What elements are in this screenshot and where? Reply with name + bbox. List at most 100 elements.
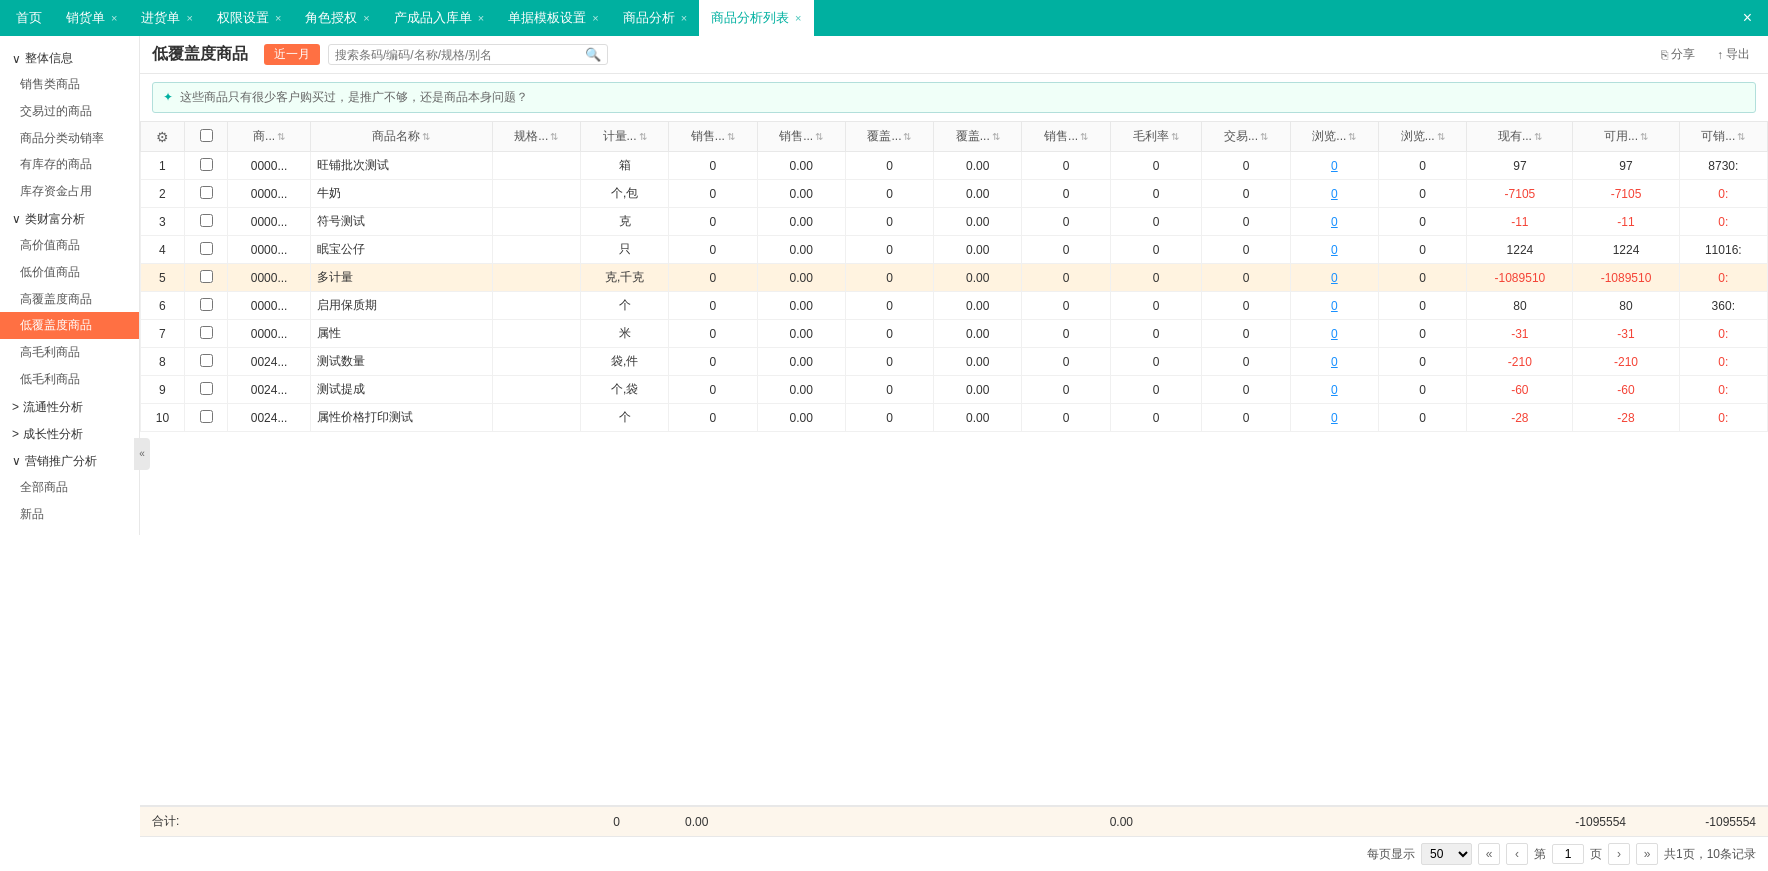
row-checkbox[interactable] <box>200 158 213 171</box>
sort-icon-available[interactable]: ⇅ <box>1640 131 1648 142</box>
settings-icon[interactable]: ⚙ <box>156 129 169 145</box>
col-header-unit[interactable]: 计量...⇅ <box>580 122 668 152</box>
browse-link[interactable]: 0 <box>1331 355 1338 369</box>
nav-item-产成品入库单[interactable]: 产成品入库单× <box>382 0 496 36</box>
sort-icon-gross_rate[interactable]: ⇅ <box>1171 131 1179 142</box>
nav-close-icon[interactable]: × <box>478 12 484 24</box>
browse-link[interactable]: 0 <box>1331 271 1338 285</box>
nav-close-icon[interactable]: × <box>795 12 801 24</box>
nav-item-权限设置[interactable]: 权限设置× <box>205 0 293 36</box>
cell-browse1[interactable]: 0 <box>1290 180 1378 208</box>
row-checkbox[interactable] <box>200 326 213 339</box>
sidebar-item-新品[interactable]: 新品 <box>0 501 139 528</box>
sort-icon-sales_amt[interactable]: ⇅ <box>815 131 823 142</box>
nav-close-icon[interactable]: × <box>111 12 117 24</box>
sidebar-section-营销推广分析[interactable]: ∨营销推广分析 <box>0 447 139 474</box>
nav-item-单据模板设置[interactable]: 单据模板设置× <box>496 0 610 36</box>
sidebar-section-流通性分析[interactable]: >流通性分析 <box>0 393 139 420</box>
cell-browse1[interactable]: 0 <box>1290 264 1378 292</box>
cell-checkbox[interactable] <box>184 292 227 320</box>
browse-link[interactable]: 0 <box>1331 215 1338 229</box>
browse-link[interactable]: 0 <box>1331 383 1338 397</box>
nav-item-首页[interactable]: 首页 <box>4 0 54 36</box>
nav-item-商品分析[interactable]: 商品分析× <box>611 0 699 36</box>
sidebar-item-低覆盖度商品[interactable]: 低覆盖度商品 <box>0 312 139 339</box>
next-page-button[interactable]: › <box>1608 843 1630 865</box>
col-header-sales_amt[interactable]: 销售...⇅ <box>757 122 845 152</box>
cell-browse1[interactable]: 0 <box>1290 404 1378 432</box>
cell-browse1[interactable]: 0 <box>1290 348 1378 376</box>
browse-link[interactable]: 0 <box>1331 327 1338 341</box>
row-checkbox[interactable] <box>200 382 213 395</box>
col-header-sales_qty[interactable]: 销售...⇅ <box>669 122 757 152</box>
sidebar-section-整体信息[interactable]: ∨整体信息 <box>0 44 139 71</box>
sort-icon-sales_days[interactable]: ⇅ <box>1080 131 1088 142</box>
sidebar-item-低价值商品[interactable]: 低价值商品 <box>0 259 139 286</box>
col-header-available[interactable]: 可用...⇅ <box>1573 122 1679 152</box>
nav-item-销货单[interactable]: 销货单× <box>54 0 129 36</box>
row-checkbox[interactable] <box>200 242 213 255</box>
nav-close-icon[interactable]: × <box>592 12 598 24</box>
sidebar-section-成长性分析[interactable]: >成长性分析 <box>0 420 139 447</box>
window-close-button[interactable]: × <box>1731 9 1764 27</box>
browse-link[interactable]: 0 <box>1331 159 1338 173</box>
cell-browse1[interactable]: 0 <box>1290 292 1378 320</box>
col-header-coverage2[interactable]: 覆盖...⇅ <box>934 122 1022 152</box>
nav-close-icon[interactable]: × <box>275 12 281 24</box>
col-header-gross_rate[interactable]: 毛利率⇅ <box>1110 122 1202 152</box>
date-filter-button[interactable]: 近一月 <box>264 44 320 65</box>
col-header-trade[interactable]: 交易...⇅ <box>1202 122 1290 152</box>
col-header-spec[interactable]: 规格...⇅ <box>492 122 580 152</box>
row-checkbox[interactable] <box>200 270 213 283</box>
cell-checkbox[interactable] <box>184 348 227 376</box>
sidebar-item-高毛利商品[interactable]: 高毛利商品 <box>0 339 139 366</box>
nav-item-进货单[interactable]: 进货单× <box>129 0 204 36</box>
sort-icon-unit[interactable]: ⇅ <box>639 131 647 142</box>
row-checkbox[interactable] <box>200 298 213 311</box>
col-header-code[interactable]: 商...⇅ <box>228 122 311 152</box>
last-page-button[interactable]: » <box>1636 843 1658 865</box>
export-button[interactable]: ↑ 导出 <box>1711 44 1756 65</box>
cell-checkbox[interactable] <box>184 376 227 404</box>
per-page-select[interactable]: 2050100 <box>1421 843 1472 865</box>
col-header-checkbox[interactable] <box>184 122 227 152</box>
sort-icon-sales_qty[interactable]: ⇅ <box>727 131 735 142</box>
select-all-checkbox[interactable] <box>200 129 213 142</box>
cell-checkbox[interactable] <box>184 180 227 208</box>
sidebar-item-高价值商品[interactable]: 高价值商品 <box>0 232 139 259</box>
sidebar-section-类财富分析[interactable]: ∨类财富分析 <box>0 205 139 232</box>
col-header-browse1[interactable]: 浏览...⇅ <box>1290 122 1378 152</box>
sidebar-collapse-button[interactable]: « <box>134 438 150 470</box>
sidebar-item-商品分类动销率[interactable]: 商品分类动销率 <box>0 125 139 152</box>
cell-checkbox[interactable] <box>184 208 227 236</box>
cell-checkbox[interactable] <box>184 404 227 432</box>
sort-icon-code[interactable]: ⇅ <box>277 131 285 142</box>
sidebar-item-库存资金占用[interactable]: 库存资金占用 <box>0 178 139 205</box>
nav-close-icon[interactable]: × <box>681 12 687 24</box>
sort-icon-spec[interactable]: ⇅ <box>550 131 558 142</box>
nav-item-商品分析列表[interactable]: 商品分析列表× <box>699 0 813 36</box>
browse-link[interactable]: 0 <box>1331 243 1338 257</box>
row-checkbox[interactable] <box>200 214 213 227</box>
cell-checkbox[interactable] <box>184 320 227 348</box>
sort-icon-name[interactable]: ⇅ <box>422 131 430 142</box>
row-checkbox[interactable] <box>200 354 213 367</box>
sort-icon-browse1[interactable]: ⇅ <box>1348 131 1356 142</box>
cell-checkbox[interactable] <box>184 264 227 292</box>
col-header-settings[interactable]: ⚙ <box>141 122 185 152</box>
col-header-name[interactable]: 商品名称⇅ <box>311 122 493 152</box>
col-header-coverage1[interactable]: 覆盖...⇅ <box>845 122 933 152</box>
sort-icon-coverage1[interactable]: ⇅ <box>903 131 911 142</box>
sort-icon-coverage2[interactable]: ⇅ <box>992 131 1000 142</box>
browse-link[interactable]: 0 <box>1331 187 1338 201</box>
cell-browse1[interactable]: 0 <box>1290 208 1378 236</box>
first-page-button[interactable]: « <box>1478 843 1500 865</box>
page-number-input[interactable] <box>1552 844 1584 864</box>
cell-checkbox[interactable] <box>184 236 227 264</box>
col-header-current_stock[interactable]: 现有...⇅ <box>1467 122 1573 152</box>
sort-icon-trade[interactable]: ⇅ <box>1260 131 1268 142</box>
cell-browse1[interactable]: 0 <box>1290 320 1378 348</box>
sidebar-item-低毛利商品[interactable]: 低毛利商品 <box>0 366 139 393</box>
search-input[interactable] <box>335 48 585 62</box>
browse-link[interactable]: 0 <box>1331 411 1338 425</box>
